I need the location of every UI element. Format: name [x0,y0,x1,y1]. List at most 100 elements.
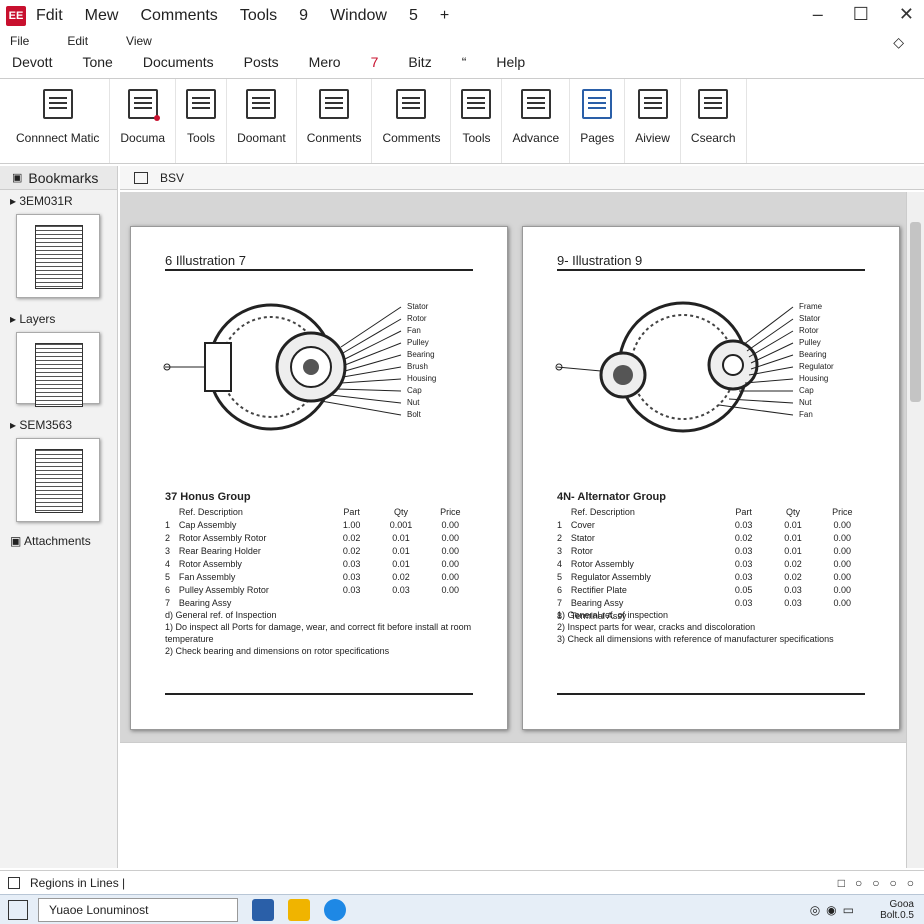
note-line: 1) Do inspect all Ports for damage, wear… [165,622,472,644]
battery-icon[interactable]: ▭ [843,903,854,917]
menu3-item-6[interactable]: Bitz [408,54,431,70]
note-line: d) General ref. of Inspection [165,610,277,620]
taskbar-app[interactable]: Yuaoe Lonuminost [38,897,238,922]
menu-file[interactable]: File [10,34,29,50]
browser-icon[interactable] [324,898,346,921]
menu-window[interactable]: Window [330,7,387,25]
menu3-item-4[interactable]: Mero [309,54,341,70]
tools-icon [186,89,217,119]
ribbon-button-10[interactable]: Csearch [681,79,747,163]
comment-icon [319,89,350,119]
folder-icon[interactable] [288,898,310,921]
svg-text:Stator: Stator [407,302,429,311]
ribbon-button-7[interactable]: Advance [502,79,571,163]
notes-block: d) General ref. of Inspection 1) Do insp… [165,609,475,657]
page-icon[interactable] [8,876,20,889]
maximize-icon[interactable]: ☐ [853,4,869,25]
menu3-item-0[interactable]: Devott [12,54,52,70]
sidebar-title: Bookmarks [28,169,99,186]
svg-text:Fan: Fan [799,410,813,419]
menu-tools[interactable]: Tools [240,7,277,25]
document-toolbar: BSV [120,166,924,190]
table-row: 5 Regulator Assembly 0.03 0.02 0.00 [557,571,852,582]
table-row: 6 Rectifier Plate 0.05 0.03 0.00 [557,584,852,595]
ribbon-button-8[interactable]: Pages [570,79,626,163]
table-row: 4 Rotor Assembly 0.03 0.01 0.00 [165,558,460,569]
table-title: 37 Honus Group [165,491,251,503]
menu3-item-5[interactable]: 7 [371,54,379,70]
search-icon [698,89,729,119]
tray-icon[interactable]: ○ [890,876,897,890]
network-icon[interactable]: ◎ [810,903,820,917]
app-icon[interactable] [252,898,274,921]
secondary-menu-bar: Devott Tone Documents Posts Mero 7 Bitz … [0,52,924,72]
svg-text:Cap: Cap [799,386,814,395]
scrollbar-thumb[interactable] [910,222,921,402]
vertical-scrollbar[interactable] [906,192,924,868]
menu-bar: File Edit View [0,34,924,50]
ribbon-button-6[interactable]: Tools [451,79,503,163]
menu3-item-7[interactable]: “ [462,54,467,70]
table-row: 6 Pulley Assembly Rotor 0.03 0.03 0.00 [165,584,460,595]
ribbon-button-5[interactable]: Comments [372,79,452,163]
collapse-icon[interactable]: ◇ [893,34,904,51]
document-new-icon [127,89,160,121]
status-bar: Regions in Lines | □ ○ ○ ○ ○ [0,870,924,894]
ribbon-button-3[interactable]: Doomant [227,79,297,163]
menu3-item-2[interactable]: Documents [143,54,214,70]
empty-viewer-area [120,742,906,868]
divider [165,269,473,271]
sidebar-section[interactable]: ▸ 3EM031R [0,194,117,208]
note-line: 1) General ref. of inspection [557,610,669,620]
volume-icon[interactable]: ◉ [826,903,836,917]
menu-comments[interactable]: Comments [140,7,217,25]
alternator-illustration: Stator Rotor Fan Pulley Bearing Brush Housin… [163,302,436,431]
comment-icon [396,89,427,119]
page-view-icon[interactable] [134,171,148,184]
close-icon[interactable]: ✕ [899,4,914,25]
attachments-item[interactable]: ▣ Attachments [0,534,117,548]
ribbon-button-9[interactable]: Aiview [625,79,681,163]
tray-icon[interactable]: ○ [855,876,862,890]
menu-view-2[interactable]: View [126,34,152,50]
start-button-icon[interactable] [8,899,28,920]
svg-text:Rotor: Rotor [799,326,819,335]
table-header: Ref. Description Part Qty Price [178,506,461,517]
document-viewer: 6 Illustration 7 Stator Rotor Fan Pulley… [120,192,906,742]
note-line: 2) Check bearing and dimensions on rotor… [165,646,390,656]
tray-icon[interactable]: ○ [907,876,914,890]
page-thumbnail[interactable] [16,214,100,298]
note-line: 3) Check all dimensions with reference o… [557,634,834,644]
bookmark-icon: ▣ [12,172,23,184]
table-row: 2 Stator 0.02 0.01 0.00 [557,532,852,543]
menu-edit[interactable]: Fdit [36,7,63,25]
svg-text:Cap: Cap [407,386,422,395]
sidebar-section[interactable]: ▸ Layers [0,312,117,326]
menu3-help[interactable]: Help [496,54,525,70]
tray-icon[interactable]: □ [838,876,845,890]
page-thumbnail[interactable] [16,332,100,407]
menu-add[interactable]: + [440,7,449,25]
menu-extra[interactable]: 9 [299,7,308,25]
menu-extra-2[interactable]: 5 [409,7,418,25]
ribbon-button-1[interactable]: Documa [110,79,177,163]
ribbon-button-2[interactable]: Tools [176,79,228,163]
svg-text:Brush: Brush [407,362,428,371]
menu3-item-3[interactable]: Posts [244,54,279,70]
clock[interactable]: Gooa Bolt.0.5 [880,899,914,921]
sidebar-section[interactable]: ▸ SEM3563 [0,418,117,432]
menu-view[interactable]: Mew [85,7,119,25]
table-header: Ref. Description Part Qty Price [570,506,853,517]
parts-table: Ref. Description Part Qty Price 1 Cap Ass… [165,505,475,609]
minimize-icon[interactable]: – [813,4,823,25]
system-tray: ◎ ◉ ▭ [810,903,854,917]
ribbon-button-0[interactable]: Connnect Matic [6,79,111,163]
menu-edit-2[interactable]: Edit [67,34,88,50]
taskbar: Yuaoe Lonuminost ◎ ◉ ▭ Gooa Bolt.0.5 [0,894,924,924]
page-thumbnail[interactable] [16,438,100,522]
ribbon-button-4[interactable]: Conments [297,79,373,163]
ribbon-toolbar: Connnect Matic Documa Tools Doomant Conm… [0,78,924,164]
svg-text:Pulley: Pulley [799,338,821,347]
menu3-item-1[interactable]: Tone [82,54,112,70]
tray-icon[interactable]: ○ [872,876,879,890]
